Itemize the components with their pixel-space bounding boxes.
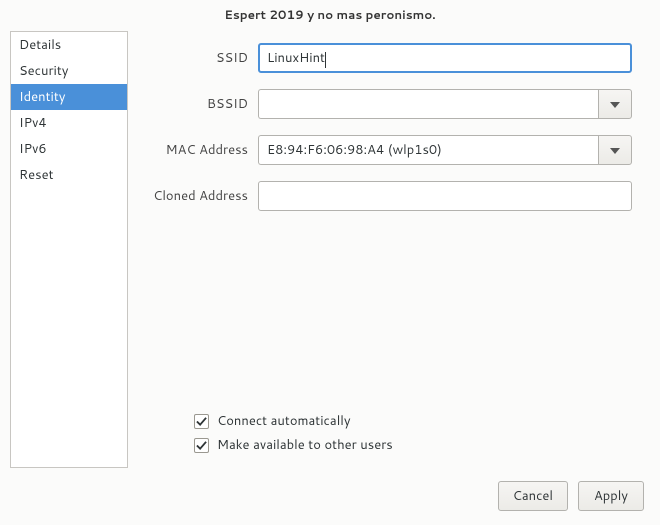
checkbox-auto — [194, 414, 209, 429]
checkbox-shared — [194, 438, 209, 453]
label-mac: MAC Address — [146, 141, 258, 159]
chevron-down-icon — [610, 141, 620, 159]
check-shared[interactable]: Make available to other users — [194, 436, 632, 454]
check-auto-label: Connect automatically — [217, 412, 351, 430]
mac-input[interactable] — [258, 135, 598, 165]
cancel-button[interactable]: Cancel — [498, 481, 568, 511]
window-body: Details Security Identity IPv4 IPv6 Rese… — [0, 31, 660, 471]
content-pane: SSID LinuxHint BSSID — [128, 31, 650, 468]
check-shared-label: Make available to other users — [217, 436, 393, 454]
sidebar-item-security[interactable]: Security — [11, 58, 127, 84]
settings-window: Espert 2019 y no mas peronismo. Details … — [0, 0, 660, 525]
check-icon — [196, 416, 207, 427]
sidebar-item-identity[interactable]: Identity — [11, 84, 127, 110]
field-cloned-wrap — [258, 181, 632, 211]
row-ssid: SSID LinuxHint — [146, 43, 632, 73]
sidebar-item-reset[interactable]: Reset — [11, 162, 127, 188]
bssid-dropdown-button[interactable] — [598, 89, 632, 119]
label-bssid: BSSID — [146, 95, 258, 113]
mac-dropdown-button[interactable] — [598, 135, 632, 165]
field-ssid-wrap: LinuxHint — [258, 43, 632, 73]
chevron-down-icon — [610, 95, 620, 113]
bssid-combo — [258, 89, 632, 119]
ssid-input[interactable]: LinuxHint — [258, 43, 632, 73]
sidebar: Details Security Identity IPv4 IPv6 Rese… — [10, 31, 128, 468]
sidebar-item-details[interactable]: Details — [11, 32, 127, 58]
check-section: Connect automatically Make available to … — [146, 412, 632, 468]
row-bssid: BSSID — [146, 89, 632, 119]
form-rows: SSID LinuxHint BSSID — [146, 31, 632, 227]
window-title: Espert 2019 y no mas peronismo. — [0, 0, 660, 31]
sidebar-item-ipv6[interactable]: IPv6 — [11, 136, 127, 162]
cloned-input[interactable] — [258, 181, 632, 211]
footer-buttons: Cancel Apply — [0, 471, 660, 525]
check-connect-auto[interactable]: Connect automatically — [194, 412, 632, 430]
ssid-value: LinuxHint — [267, 49, 325, 67]
bssid-input[interactable] — [258, 89, 598, 119]
row-cloned: Cloned Address — [146, 181, 632, 211]
label-cloned: Cloned Address — [146, 187, 258, 205]
mac-combo — [258, 135, 632, 165]
check-icon — [196, 440, 207, 451]
apply-button[interactable]: Apply — [578, 481, 644, 511]
row-mac: MAC Address — [146, 135, 632, 165]
label-ssid: SSID — [146, 49, 258, 67]
sidebar-item-ipv4[interactable]: IPv4 — [11, 110, 127, 136]
